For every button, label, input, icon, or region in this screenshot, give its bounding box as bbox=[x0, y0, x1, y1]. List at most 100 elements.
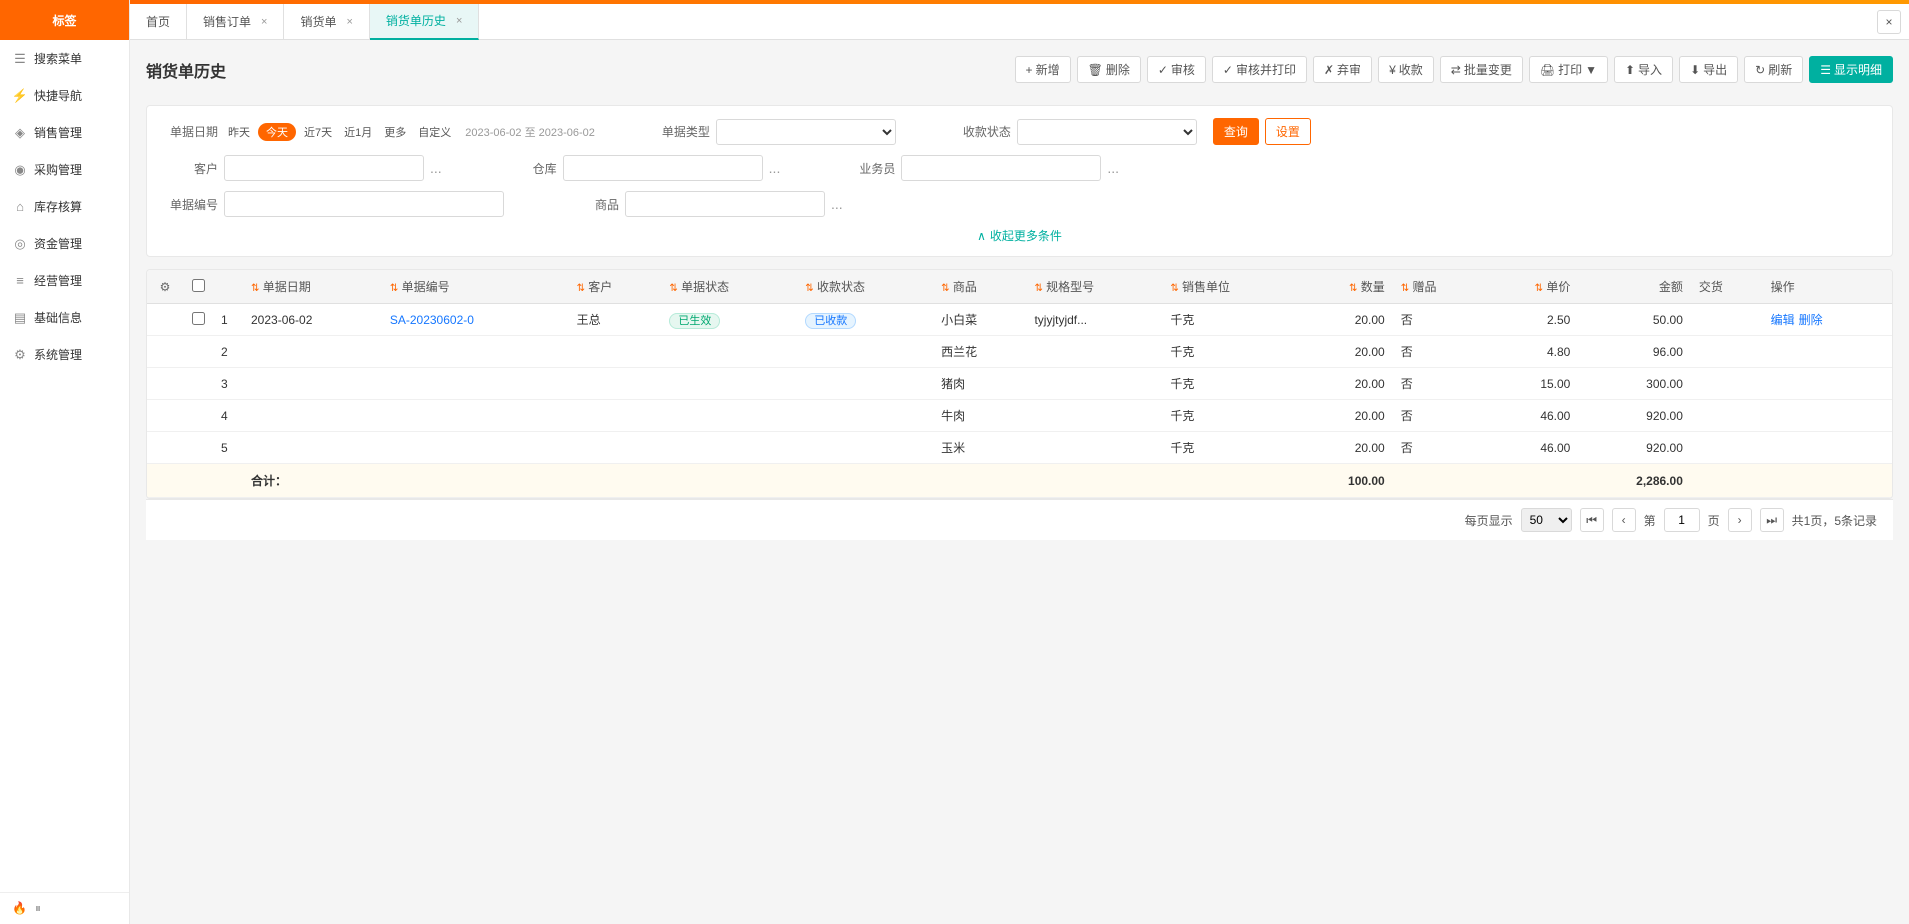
tab-sales-goods[interactable]: 销货单 × bbox=[284, 4, 369, 40]
action-link[interactable]: 删除 bbox=[1799, 313, 1823, 327]
tab-close-all-button[interactable]: × bbox=[1877, 10, 1901, 34]
cell-checkbox[interactable] bbox=[183, 400, 213, 432]
action-link[interactable]: 编辑 bbox=[1771, 313, 1795, 327]
refresh-button[interactable]: ↻ 刷新 bbox=[1744, 56, 1803, 83]
filter-row-3: 单据编号 商品 ... bbox=[163, 191, 1876, 217]
warehouse-input[interactable] bbox=[563, 155, 763, 181]
sidebar-item-inventory[interactable]: ⌂ 库存核算 bbox=[0, 188, 129, 225]
shortcut-today[interactable]: 今天 bbox=[258, 123, 296, 141]
select-all-checkbox[interactable] bbox=[192, 279, 205, 292]
sort-icon: ⇅ bbox=[390, 283, 398, 294]
col-pay-status[interactable]: ⇅ 收款状态 bbox=[797, 270, 933, 304]
cell-amount: 920.00 bbox=[1578, 400, 1691, 432]
tab-home[interactable]: 首页 bbox=[130, 4, 187, 40]
col-goods[interactable]: ⇅ 商品 bbox=[933, 270, 1026, 304]
shortcut-more[interactable]: 更多 bbox=[380, 123, 410, 141]
sidebar-bottom-icon1[interactable]: 🔥 bbox=[12, 901, 27, 916]
sidebar-item-label: 经营管理 bbox=[34, 272, 82, 289]
delete-icon: 🗑 bbox=[1088, 63, 1103, 77]
cell-trade bbox=[1691, 304, 1763, 336]
summary-trade bbox=[1691, 464, 1763, 498]
staff-input[interactable] bbox=[901, 155, 1101, 181]
sidebar-item-sales-mgmt[interactable]: ◈ 销售管理 bbox=[0, 114, 129, 151]
export-button[interactable]: ⬇ 导出 bbox=[1679, 56, 1738, 83]
shortcut-month[interactable]: 近1月 bbox=[340, 123, 376, 141]
sidebar-item-operation-mgmt[interactable]: ≡ 经营管理 bbox=[0, 262, 129, 299]
col-unit[interactable]: ⇅ 销售单位 bbox=[1162, 270, 1298, 304]
show-detail-button[interactable]: ☰ 显示明细 bbox=[1809, 56, 1893, 83]
customer-input[interactable] bbox=[224, 155, 424, 181]
audit-button[interactable]: ✓ 审核 bbox=[1147, 56, 1206, 83]
staff-dots[interactable]: ... bbox=[1107, 160, 1119, 176]
col-doc-status[interactable]: ⇅ 单据状态 bbox=[661, 270, 797, 304]
customer-dots[interactable]: ... bbox=[430, 160, 442, 176]
cell-trade bbox=[1691, 400, 1763, 432]
cell-checkbox[interactable] bbox=[183, 304, 213, 336]
tab-sales-order[interactable]: 销售订单 × bbox=[187, 4, 284, 40]
cell-checkbox[interactable] bbox=[183, 432, 213, 464]
col-gift[interactable]: ⇅ 赠品 bbox=[1393, 270, 1486, 304]
shortcut-yesterday[interactable]: 昨天 bbox=[224, 123, 254, 141]
sidebar-item-purchase-mgmt[interactable]: ◉ 采购管理 bbox=[0, 151, 129, 188]
cell-checkbox[interactable] bbox=[183, 336, 213, 368]
cell-gift: 否 bbox=[1393, 336, 1486, 368]
add-button[interactable]: + 新增 bbox=[1015, 56, 1071, 83]
first-page-button[interactable]: ⏮ bbox=[1580, 508, 1604, 532]
tab-sales-goods-close[interactable]: × bbox=[346, 16, 352, 28]
summary-gift bbox=[1393, 464, 1486, 498]
col-doc-no[interactable]: ⇅ 单据编号 bbox=[382, 270, 569, 304]
setting-button[interactable]: 设置 bbox=[1265, 118, 1311, 145]
warehouse-dots[interactable]: ... bbox=[769, 160, 781, 176]
cell-qty: 20.00 bbox=[1298, 368, 1393, 400]
pay-status-select[interactable] bbox=[1017, 119, 1197, 145]
sidebar-item-fund-mgmt[interactable]: ◎ 资金管理 bbox=[0, 225, 129, 262]
last-page-button[interactable]: ⏭ bbox=[1760, 508, 1784, 532]
page-size-select[interactable]: 50 100 200 bbox=[1521, 508, 1572, 532]
doc-no-link[interactable]: SA-20230602-0 bbox=[390, 313, 474, 327]
col-customer[interactable]: ⇅ 客户 bbox=[569, 270, 662, 304]
add-icon: + bbox=[1026, 63, 1033, 77]
shortcut-custom[interactable]: 自定义 bbox=[414, 123, 455, 141]
table-settings-icon[interactable]: ⚙ bbox=[160, 280, 171, 294]
date-shortcuts: 昨天 今天 近7天 近1月 更多 自定义 bbox=[224, 123, 455, 141]
cell-settings bbox=[147, 432, 183, 464]
batch-change-button[interactable]: ⇄ 批量变更 bbox=[1440, 56, 1523, 83]
docno-input[interactable] bbox=[224, 191, 504, 217]
col-qty[interactable]: ⇅ 数量 bbox=[1298, 270, 1393, 304]
doc-type-select[interactable] bbox=[716, 119, 896, 145]
print-button[interactable]: 🖨 打印 ▼ bbox=[1529, 56, 1608, 83]
shortcut-week[interactable]: 近7天 bbox=[300, 123, 336, 141]
sidebar-item-basic-info[interactable]: ▤ 基础信息 bbox=[0, 299, 129, 336]
filter-collapse-btn[interactable]: ∧ 收起更多条件 bbox=[163, 227, 1876, 244]
tab-sales-order-close[interactable]: × bbox=[261, 16, 267, 28]
col-settings[interactable]: ⚙ bbox=[147, 270, 183, 304]
col-doc-date[interactable]: ⇅ 单据日期 bbox=[243, 270, 382, 304]
row-checkbox[interactable] bbox=[192, 312, 205, 325]
sidebar-item-system-mgmt[interactable]: ⚙ 系统管理 bbox=[0, 336, 129, 373]
audit-print-button[interactable]: ✓ 审核并打印 bbox=[1212, 56, 1307, 83]
cell-price: 46.00 bbox=[1486, 400, 1579, 432]
goods-dots[interactable]: ... bbox=[831, 196, 843, 212]
delete-button[interactable]: 🗑 删除 bbox=[1077, 56, 1141, 83]
prev-page-button[interactable]: ‹ bbox=[1612, 508, 1636, 532]
cell-gift: 否 bbox=[1393, 368, 1486, 400]
goods-input[interactable] bbox=[625, 191, 825, 217]
sidebar-item-search-menu[interactable]: ☰ 搜索菜单 bbox=[0, 40, 129, 77]
pagination: 每页显示 50 100 200 ⏮ ‹ 第 页 › ⏭ 共1页，5条记录 bbox=[146, 499, 1893, 540]
sidebar-item-quick-nav[interactable]: ⚡ 快捷导航 bbox=[0, 77, 129, 114]
next-page-button[interactable]: › bbox=[1728, 508, 1752, 532]
query-button[interactable]: 查询 bbox=[1213, 118, 1259, 145]
col-spec[interactable]: ⇅ 规格型号 bbox=[1026, 270, 1162, 304]
collect-button[interactable]: ¥ 收款 bbox=[1378, 56, 1434, 83]
cell-customer bbox=[569, 432, 662, 464]
abandon-button[interactable]: ✗ 弃审 bbox=[1313, 56, 1372, 83]
tab-sales-history-close[interactable]: × bbox=[456, 15, 462, 27]
col-trade: 交货 bbox=[1691, 270, 1763, 304]
col-price[interactable]: ⇅ 单价 bbox=[1486, 270, 1579, 304]
tab-sales-history[interactable]: 销货单历史 × bbox=[370, 4, 479, 40]
cell-checkbox[interactable] bbox=[183, 368, 213, 400]
page-number-input[interactable] bbox=[1664, 508, 1700, 532]
sidebar-bottom-icon2[interactable]: ⏸ bbox=[35, 901, 41, 916]
col-checkbox[interactable] bbox=[183, 270, 213, 304]
import-button[interactable]: ⬆ 导入 bbox=[1614, 56, 1673, 83]
